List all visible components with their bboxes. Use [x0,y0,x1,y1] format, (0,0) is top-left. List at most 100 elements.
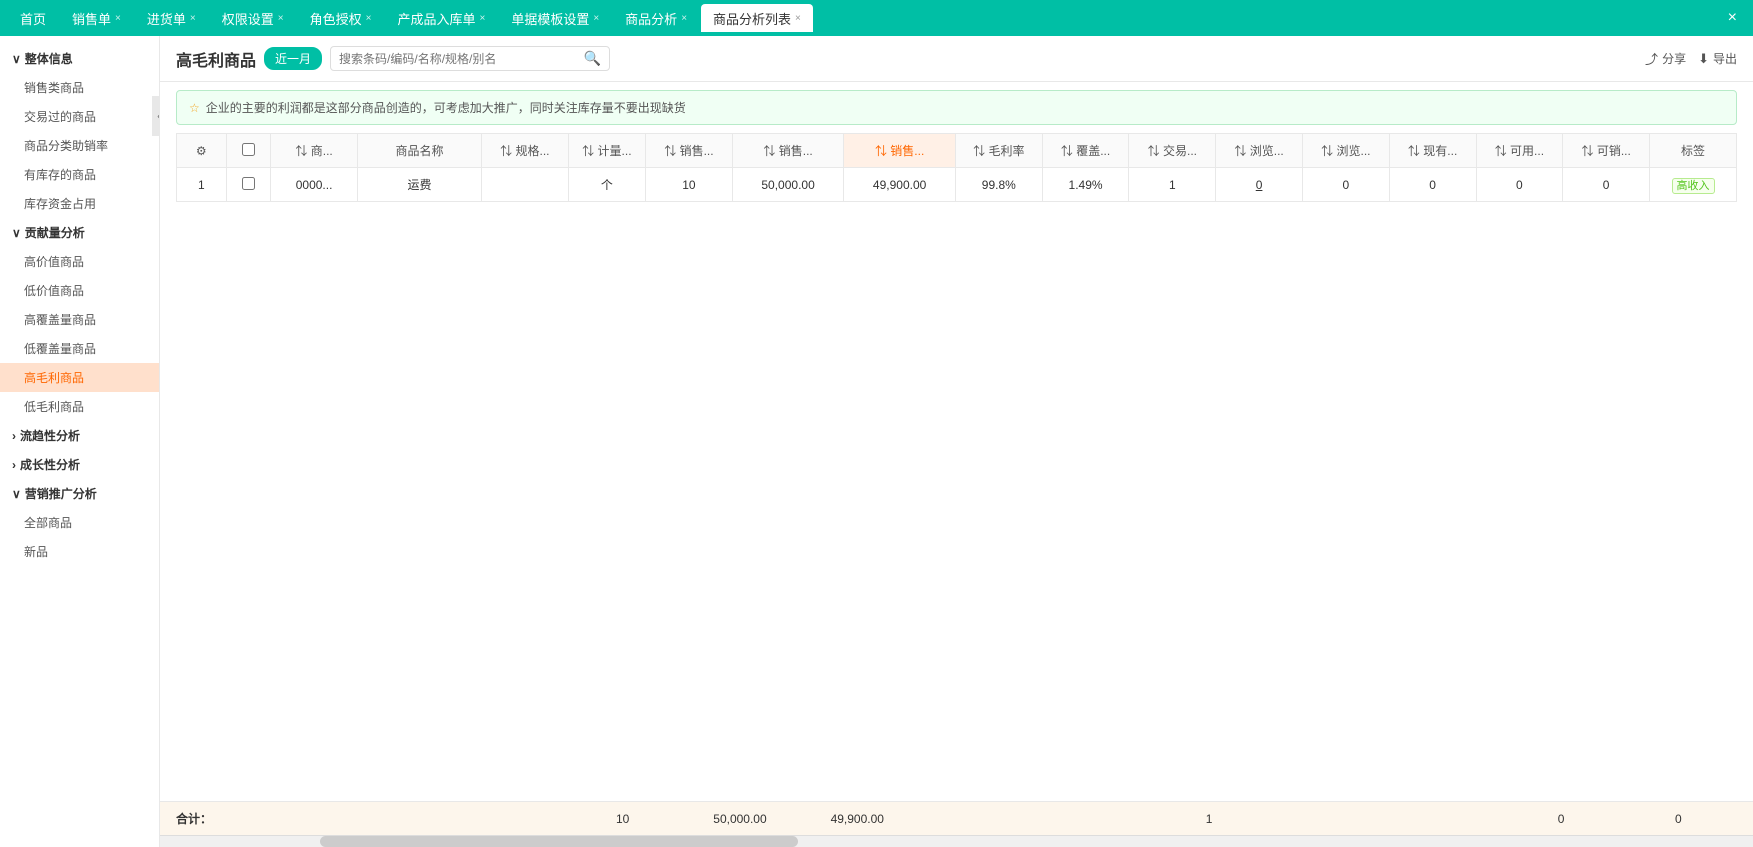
col-header-sales-qty: ⇅ 销售... [646,134,733,168]
settings-icon[interactable]: ⚙ [196,144,207,158]
search-input[interactable] [339,52,580,66]
col-header-sales-amt: ⇅ 销售... [732,134,844,168]
col-header-stock1: ⇅ 现有... [1389,134,1476,168]
share-button[interactable]: ⤴ 分享 [1645,49,1686,68]
cell-trade: 1 [1129,168,1216,202]
tip-text: 企业的主要的利润都是这部分商品创造的，可考虑加大推广，同时关注库存量不要出现缺货 [206,99,686,116]
footer-stock2: 0 [1620,812,1737,826]
col-header-coverage: ⇅ 覆盖... [1042,134,1129,168]
sidebar-item-low-gross[interactable]: 低毛利商品 [0,392,159,421]
select-all-checkbox[interactable] [242,143,255,156]
sidebar-item-new-goods[interactable]: 新品 [0,537,159,566]
close-tab-template[interactable]: × [593,13,599,24]
cell-browse2: 0 [1302,168,1389,202]
nav-tab-analysis-list[interactable]: 商品分析列表 × [701,4,813,32]
tip-banner: ☆ 企业的主要的利润都是这部分商品创造的，可考虑加大推广，同时关注库存量不要出现… [176,90,1737,125]
cell-browse1[interactable]: 0 [1216,168,1303,202]
col-header-check[interactable] [226,134,271,168]
search-icon[interactable]: 🔍 [584,50,601,67]
close-tab-warehouse[interactable]: × [479,13,485,24]
close-tab-purchase[interactable]: × [190,13,196,24]
col-header-stock2: ⇅ 可用... [1476,134,1563,168]
sidebar-item-low-value[interactable]: 低价值商品 [0,276,159,305]
cell-unit: 个 [568,168,645,202]
tag-label: 高收入 [1672,178,1715,194]
cell-check[interactable] [226,168,271,202]
sidebar-item-sales-goods[interactable]: 销售类商品 [0,73,159,102]
col-header-tag: 标签 [1650,134,1737,168]
tip-icon: ☆ [189,101,200,115]
nav-tab-sales[interactable]: 销售单 × [60,4,133,32]
col-header-browse1: ⇅ 浏览... [1216,134,1303,168]
table-container: ⚙ ⇅ 商... 商品名称 ⇅ 规格... [160,133,1753,801]
cell-stock1: 0 [1389,168,1476,202]
cell-gross-rate: 99.8% [955,168,1042,202]
footer-sales-qty: 10 [564,812,681,826]
sidebar-item-high-coverage[interactable]: 高覆盖量商品 [0,305,159,334]
cell-name: 运费 [357,168,481,202]
nav-tab-warehouse[interactable]: 产成品入库单 × [385,4,497,32]
col-header-trade: ⇅ 交易... [1129,134,1216,168]
footer-stock1: 0 [1502,812,1619,826]
close-tab-analysis[interactable]: × [681,13,687,24]
cell-sales-amt: 50,000.00 [732,168,844,202]
search-box: 🔍 [330,46,610,71]
export-icon: ⬇ [1698,51,1709,67]
nav-tab-purchase[interactable]: 进货单 × [135,4,208,32]
cell-stock2: 0 [1476,168,1563,202]
cell-spec [481,168,568,202]
close-tab-sales[interactable]: × [115,13,121,24]
table-header-row: ⚙ ⇅ 商... 商品名称 ⇅ 规格... [177,134,1737,168]
col-header-name: 商品名称 [357,134,481,168]
nav-tab-role[interactable]: 角色授权 × [298,4,384,32]
nav-tab-template[interactable]: 单据模板设置 × [499,4,611,32]
close-tab-permission[interactable]: × [278,13,284,24]
nav-tab-analysis[interactable]: 商品分析 × [613,4,699,32]
sidebar-group-growth[interactable]: › 成长性分析 [0,450,159,479]
page-title: 高毛利商品 [176,47,256,71]
cell-sales-qty: 10 [646,168,733,202]
close-tab-role[interactable]: × [366,13,372,24]
horizontal-scrollbar[interactable] [160,835,1753,847]
table-row: 1 0000... 运费 个 10 50,000.00 49,900.00 99… [177,168,1737,202]
filter-recent-month[interactable]: 近一月 [264,47,322,70]
sidebar: « ∨ 整体信息 销售类商品 交易过的商品 商品分类助销率 有库存的商品 库存资… [0,36,160,847]
footer-sales-cost: 49,900.00 [799,812,916,826]
footer-sales-amt: 50,000.00 [681,812,798,826]
close-all-tabs[interactable]: × [1720,9,1745,27]
sidebar-group-marketing[interactable]: ∨ 营销推广分析 [0,479,159,508]
sidebar-item-traded-goods[interactable]: 交易过的商品 [0,102,159,131]
col-header-code: ⇅ 商... [271,134,358,168]
col-header-sales-cost: ⇅ 销售... [844,134,956,168]
cell-coverage: 1.49% [1042,168,1129,202]
cell-sales-cost: 49,900.00 [844,168,956,202]
top-nav: 首页 销售单 × 进货单 × 权限设置 × 角色授权 × 产成品入库单 × 单据… [0,0,1753,36]
sidebar-item-high-gross[interactable]: 高毛利商品 [0,363,159,392]
sidebar-collapse-button[interactable]: « [152,96,160,136]
sidebar-item-category-rate[interactable]: 商品分类助销率 [0,131,159,160]
share-icon: ⤴ [1645,49,1658,68]
col-header-browse2: ⇅ 浏览... [1302,134,1389,168]
sidebar-group-contribution[interactable]: ∨ 贡献量分析 [0,218,159,247]
footer-trade: 1 [1151,812,1268,826]
row-checkbox[interactable] [242,177,255,190]
main-container: « ∨ 整体信息 销售类商品 交易过的商品 商品分类助销率 有库存的商品 库存资… [0,36,1753,847]
nav-tab-permission[interactable]: 权限设置 × [210,4,296,32]
data-table: ⚙ ⇅ 商... 商品名称 ⇅ 规格... [176,133,1737,202]
sidebar-group-trend[interactable]: › 流趋性分析 [0,421,159,450]
col-header-unit: ⇅ 计量... [568,134,645,168]
sidebar-item-capital[interactable]: 库存资金占用 [0,189,159,218]
sidebar-item-low-coverage[interactable]: 低覆盖量商品 [0,334,159,363]
nav-home[interactable]: 首页 [8,9,58,28]
cell-code: 0000... [271,168,358,202]
col-header-spec: ⇅ 规格... [481,134,568,168]
header-actions: ⤴ 分享 ⬇ 导出 [1645,49,1737,68]
export-button[interactable]: ⬇ 导出 [1698,50,1737,67]
close-tab-analysis-list[interactable]: × [795,13,801,24]
sidebar-item-all-goods[interactable]: 全部商品 [0,508,159,537]
sidebar-item-in-stock[interactable]: 有库存的商品 [0,160,159,189]
sidebar-item-high-value[interactable]: 高价值商品 [0,247,159,276]
content-header: 高毛利商品 近一月 🔍 ⤴ 分享 ⬇ 导出 [160,36,1753,82]
sidebar-group-overall[interactable]: ∨ 整体信息 [0,44,159,73]
col-header-stock3: ⇅ 可销... [1563,134,1650,168]
